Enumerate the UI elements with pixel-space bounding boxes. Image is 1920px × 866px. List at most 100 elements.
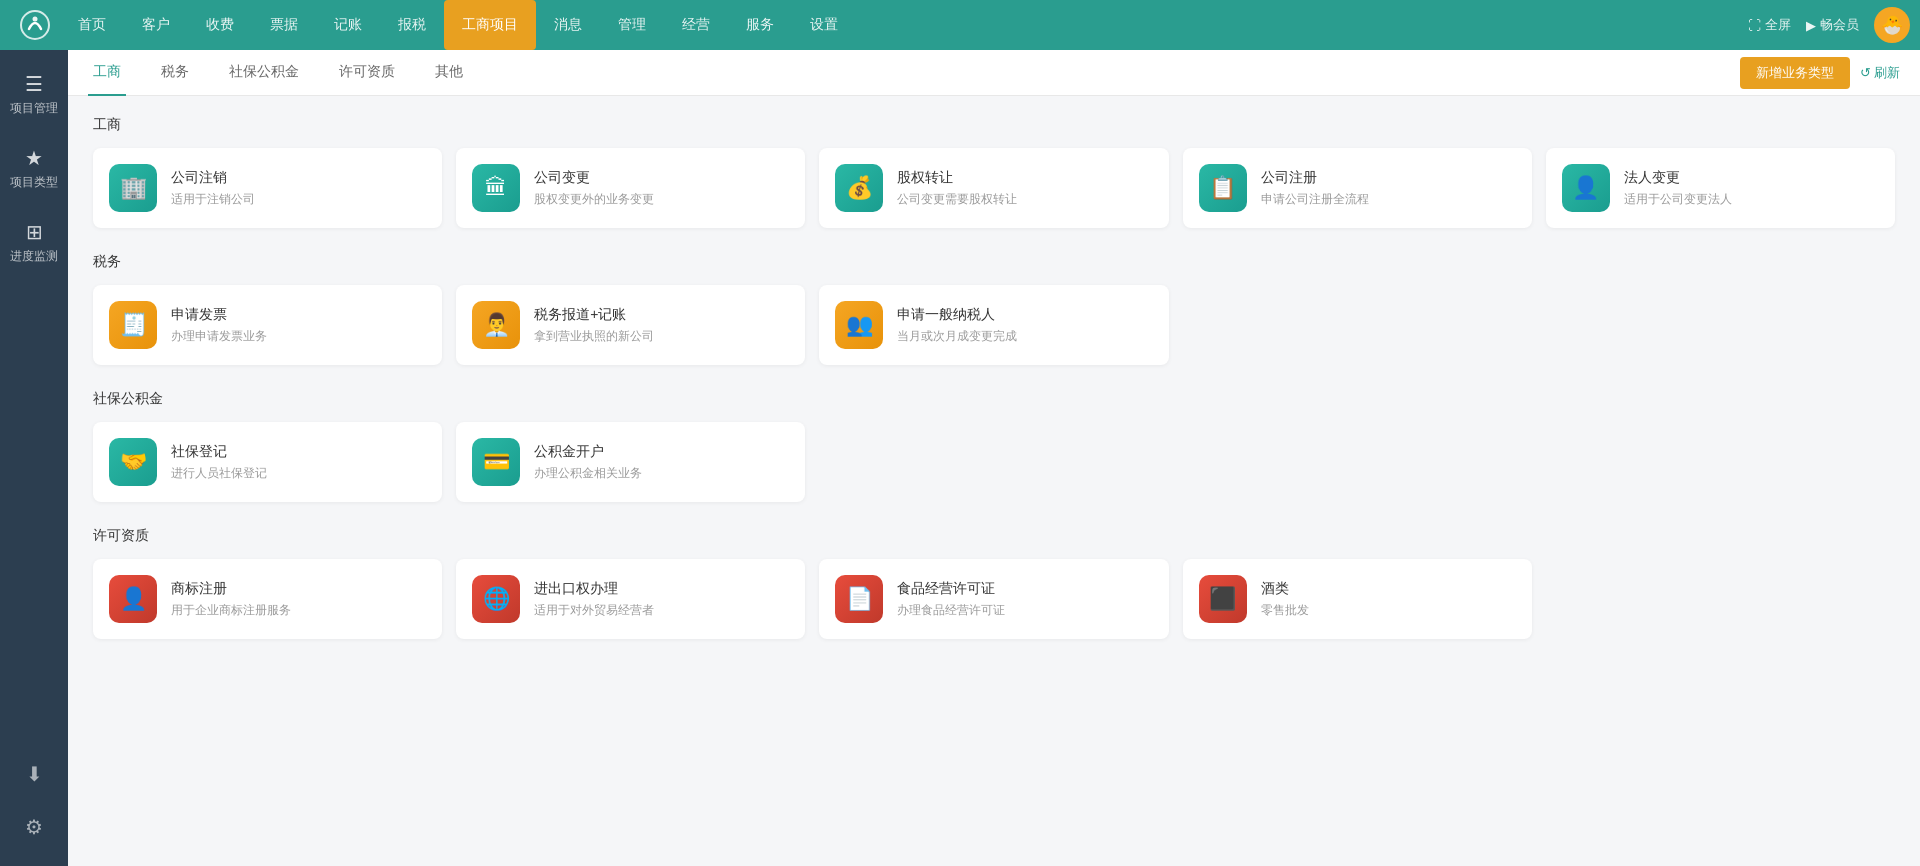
nav-right: ⛶ 全屏 ▶ 畅会员 🐣 bbox=[1748, 7, 1910, 43]
fullscreen-label: 全屏 bbox=[1765, 16, 1791, 34]
sidebar-label: 项目管理 bbox=[10, 100, 58, 117]
sidebar-item-项目类型[interactable]: ★ 项目类型 bbox=[0, 134, 68, 203]
sidebar-item-项目管理[interactable]: ☰ 项目管理 bbox=[0, 60, 68, 129]
card-icon-公积金开户: 💳 bbox=[472, 438, 520, 486]
top-nav: 首页客户收费票据记账报税工商项目消息管理经营服务设置 ⛶ 全屏 ▶ 畅会员 🐣 bbox=[0, 0, 1920, 50]
card-icon-申请发票: 🧾 bbox=[109, 301, 157, 349]
card-text-酒类: 酒类 零售批发 bbox=[1261, 580, 1309, 619]
nav-item-记账[interactable]: 记账 bbox=[316, 0, 380, 50]
nav-item-设置[interactable]: 设置 bbox=[792, 0, 856, 50]
card-text-食品经营许可证: 食品经营许可证 办理食品经营许可证 bbox=[897, 580, 1005, 619]
section-title-社保公积金: 社保公积金 bbox=[93, 390, 1895, 408]
card-法人变更[interactable]: 👤 法人变更 适用于公司变更法人 bbox=[1546, 148, 1895, 228]
nav-item-首页[interactable]: 首页 bbox=[60, 0, 124, 50]
nav-item-管理[interactable]: 管理 bbox=[600, 0, 664, 50]
sidebar-item-进度监测[interactable]: ⊞进度监测 bbox=[0, 208, 68, 277]
card-desc: 办理申请发票业务 bbox=[171, 328, 267, 345]
cards-grid-许可资质: 👤 商标注册 用于企业商标注册服务 🌐 进出口权办理 适用于对外贸易经营者 📄 … bbox=[93, 559, 1895, 639]
avatar: 🐣 bbox=[1874, 7, 1910, 43]
card-酒类[interactable]: ⬛ 酒类 零售批发 bbox=[1183, 559, 1532, 639]
card-desc: 进行人员社保登记 bbox=[171, 465, 267, 482]
section-title-许可资质: 许可资质 bbox=[93, 527, 1895, 545]
cards-grid-税务: 🧾 申请发票 办理申请发票业务 👨‍💼 税务报道+记账 拿到营业执照的新公司 👥… bbox=[93, 285, 1895, 365]
refresh-button[interactable]: ↺ 刷新 bbox=[1860, 64, 1900, 82]
nav-item-收费[interactable]: 收费 bbox=[188, 0, 252, 50]
card-申请发票[interactable]: 🧾 申请发票 办理申请发票业务 bbox=[93, 285, 442, 365]
refresh-label: 刷新 bbox=[1874, 64, 1900, 82]
card-text-股权转让: 股权转让 公司变更需要股权转让 bbox=[897, 169, 1017, 208]
card-text-商标注册: 商标注册 用于企业商标注册服务 bbox=[171, 580, 291, 619]
card-公积金开户[interactable]: 💳 公积金开户 办理公积金相关业务 bbox=[456, 422, 805, 502]
add-type-button[interactable]: 新增业务类型 bbox=[1740, 57, 1850, 89]
card-icon-商标注册: 👤 bbox=[109, 575, 157, 623]
card-text-公司变更: 公司变更 股权变更外的业务变更 bbox=[534, 169, 654, 208]
main-content: 工商税务社保公积金许可资质其他 新增业务类型 ↺ 刷新 工商 🏢 公司注销 适用… bbox=[68, 50, 1920, 866]
nav-item-消息[interactable]: 消息 bbox=[536, 0, 600, 50]
card-公司注销[interactable]: 🏢 公司注销 适用于注销公司 bbox=[93, 148, 442, 228]
tab-其他[interactable]: 其他 bbox=[430, 50, 468, 96]
card-icon-申请一般纳税人: 👥 bbox=[835, 301, 883, 349]
card-title: 酒类 bbox=[1261, 580, 1309, 598]
card-title: 社保登记 bbox=[171, 443, 267, 461]
grid-icon: ⊞ bbox=[26, 220, 43, 244]
settings-circle-icon[interactable]: ⚙ bbox=[0, 803, 68, 851]
nav-item-经营[interactable]: 经营 bbox=[664, 0, 728, 50]
card-食品经营许可证[interactable]: 📄 食品经营许可证 办理食品经营许可证 bbox=[819, 559, 1168, 639]
card-desc: 适用于公司变更法人 bbox=[1624, 191, 1732, 208]
card-title: 商标注册 bbox=[171, 580, 291, 598]
card-icon-食品经营许可证: 📄 bbox=[835, 575, 883, 623]
star-icon: ★ bbox=[25, 146, 43, 170]
card-icon-公司变更: 🏛 bbox=[472, 164, 520, 212]
refresh-icon: ↺ bbox=[1860, 65, 1871, 80]
card-icon-公司注销: 🏢 bbox=[109, 164, 157, 212]
list-icon: ☰ bbox=[25, 72, 43, 96]
card-desc: 适用于对外贸易经营者 bbox=[534, 602, 654, 619]
card-text-进出口权办理: 进出口权办理 适用于对外贸易经营者 bbox=[534, 580, 654, 619]
svg-point-0 bbox=[21, 11, 49, 39]
card-公司注册[interactable]: 📋 公司注册 申请公司注册全流程 bbox=[1183, 148, 1532, 228]
card-text-公积金开户: 公积金开户 办理公积金相关业务 bbox=[534, 443, 642, 482]
card-title: 申请一般纳税人 bbox=[897, 306, 1017, 324]
section-title-税务: 税务 bbox=[93, 253, 1895, 271]
fullscreen-btn[interactable]: ⛶ 全屏 bbox=[1748, 16, 1791, 34]
tab-许可资质[interactable]: 许可资质 bbox=[334, 50, 400, 96]
sidebar: ☰ 项目管理 ★ 项目类型 ⊞进度监测 ⬇ ⚙ bbox=[0, 50, 68, 866]
card-title: 进出口权办理 bbox=[534, 580, 654, 598]
tab-工商[interactable]: 工商 bbox=[88, 50, 126, 96]
card-title: 公积金开户 bbox=[534, 443, 642, 461]
section-title-工商: 工商 bbox=[93, 116, 1895, 134]
download-icon[interactable]: ⬇ bbox=[0, 750, 68, 798]
card-股权转让[interactable]: 💰 股权转让 公司变更需要股权转让 bbox=[819, 148, 1168, 228]
card-text-社保登记: 社保登记 进行人员社保登记 bbox=[171, 443, 267, 482]
card-icon-社保登记: 🤝 bbox=[109, 438, 157, 486]
card-text-公司注册: 公司注册 申请公司注册全流程 bbox=[1261, 169, 1369, 208]
card-申请一般纳税人[interactable]: 👥 申请一般纳税人 当月或次月成变更完成 bbox=[819, 285, 1168, 365]
vip-icon: ▶ bbox=[1806, 18, 1816, 33]
card-title: 股权转让 bbox=[897, 169, 1017, 187]
card-公司变更[interactable]: 🏛 公司变更 股权变更外的业务变更 bbox=[456, 148, 805, 228]
nav-item-客户[interactable]: 客户 bbox=[124, 0, 188, 50]
tab-actions: 新增业务类型 ↺ 刷新 bbox=[1740, 57, 1900, 89]
sidebar-label: 项目类型 bbox=[10, 174, 58, 191]
card-社保登记[interactable]: 🤝 社保登记 进行人员社保登记 bbox=[93, 422, 442, 502]
nav-item-服务[interactable]: 服务 bbox=[728, 0, 792, 50]
card-text-申请一般纳税人: 申请一般纳税人 当月或次月成变更完成 bbox=[897, 306, 1017, 345]
card-desc: 零售批发 bbox=[1261, 602, 1309, 619]
card-税务报道+记账[interactable]: 👨‍💼 税务报道+记账 拿到营业执照的新公司 bbox=[456, 285, 805, 365]
card-desc: 办理食品经营许可证 bbox=[897, 602, 1005, 619]
nav-item-报税[interactable]: 报税 bbox=[380, 0, 444, 50]
card-text-公司注销: 公司注销 适用于注销公司 bbox=[171, 169, 255, 208]
nav-item-票据[interactable]: 票据 bbox=[252, 0, 316, 50]
tab-社保公积金[interactable]: 社保公积金 bbox=[224, 50, 304, 96]
card-商标注册[interactable]: 👤 商标注册 用于企业商标注册服务 bbox=[93, 559, 442, 639]
card-title: 申请发票 bbox=[171, 306, 267, 324]
card-desc: 申请公司注册全流程 bbox=[1261, 191, 1369, 208]
tab-税务[interactable]: 税务 bbox=[156, 50, 194, 96]
card-icon-公司注册: 📋 bbox=[1199, 164, 1247, 212]
nav-item-工商项目[interactable]: 工商项目 bbox=[444, 0, 536, 50]
card-text-申请发票: 申请发票 办理申请发票业务 bbox=[171, 306, 267, 345]
card-进出口权办理[interactable]: 🌐 进出口权办理 适用于对外贸易经营者 bbox=[456, 559, 805, 639]
layout: ☰项目管理★项目类型⊞进度监测 ⬇ ⚙ 工商税务社保公积金许可资质其他 新增业务… bbox=[0, 50, 1920, 866]
vip-btn[interactable]: ▶ 畅会员 bbox=[1806, 16, 1859, 34]
cards-grid-社保公积金: 🤝 社保登记 进行人员社保登记 💳 公积金开户 办理公积金相关业务 bbox=[93, 422, 1895, 502]
